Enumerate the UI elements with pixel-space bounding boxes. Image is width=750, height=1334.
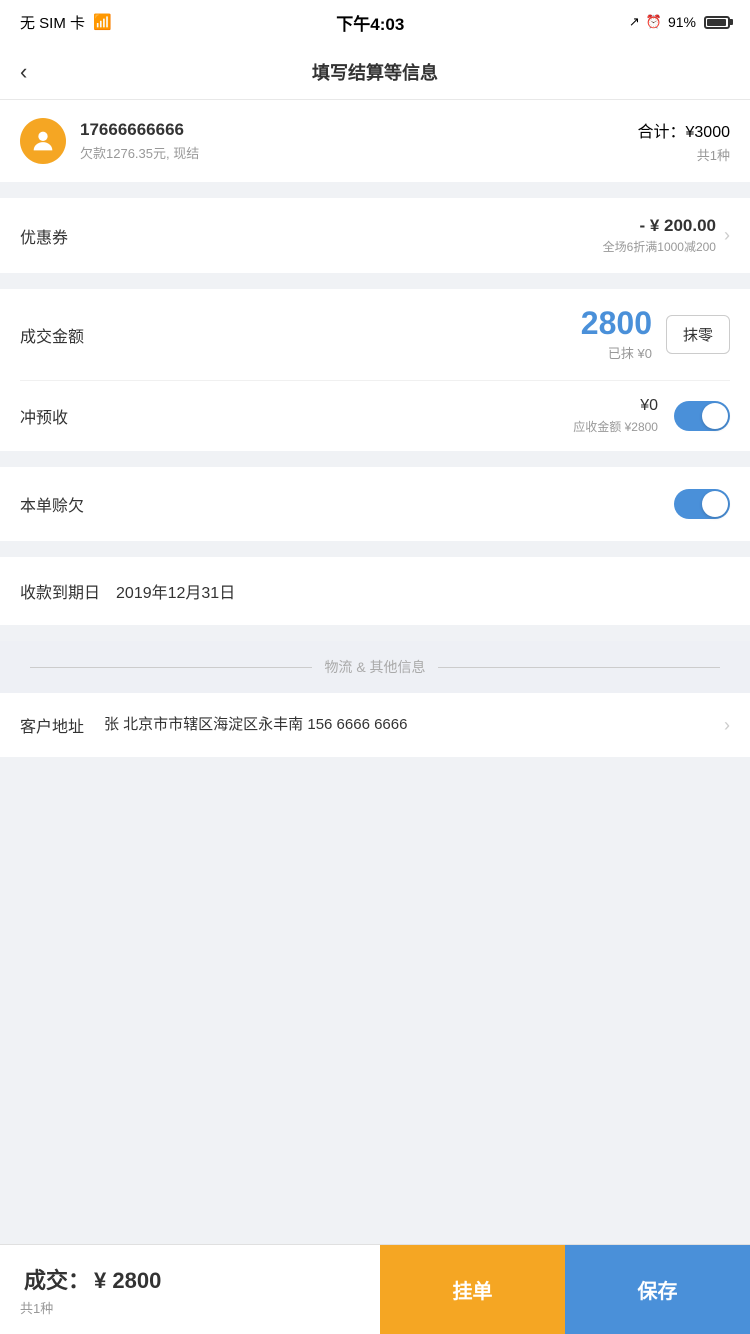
deal-prefix: 成交： <box>24 1268 90 1293</box>
bottom-bar: 成交：¥ 2800 共1种 挂单 保存 <box>0 1244 750 1334</box>
location-icon: ↗ <box>629 14 640 30</box>
address-chevron-icon: › <box>724 715 730 736</box>
battery-percent: 91% <box>668 14 696 30</box>
wifi-icon: 📶 <box>93 13 112 31</box>
divider-text: 物流 & 其他信息 <box>324 657 425 677</box>
bottom-deal-amount: ¥ 2800 <box>94 1268 161 1293</box>
coupon-desc: 全场6折满1000减200 <box>603 238 716 255</box>
battery-icon <box>704 16 730 29</box>
divider-line-left <box>30 667 312 668</box>
total-text: 合计： <box>637 124 685 141</box>
due-date-row: 收款到期日 2019年12月31日 <box>0 557 750 625</box>
deal-value-wrap: 2800 已抹 ¥0 <box>581 307 652 362</box>
save-button[interactable]: 保存 <box>565 1245 750 1334</box>
address-row[interactable]: 客户地址 张 北京市市辖区海淀区永丰南 156 6666 6666 › <box>0 693 750 757</box>
alarm-icon: ⏰ <box>646 14 662 30</box>
deal-amount: 2800 <box>581 307 652 339</box>
total-amount: ¥3000 <box>686 124 731 141</box>
bottom-count: 共1种 <box>20 1298 360 1317</box>
customer-info: 17666666666 欠款1276.35元, 现结 <box>80 120 199 162</box>
customer-debt: 欠款1276.35元, 现结 <box>80 143 199 162</box>
prepay-value: ¥0 <box>573 397 658 415</box>
coupon-value: - ¥ 200.00 <box>603 216 716 236</box>
status-left: 无 SIM 卡 📶 <box>20 12 112 33</box>
debt-label: 本单赊欠 <box>20 492 84 516</box>
content: 17666666666 欠款1276.35元, 现结 合计：¥3000 共1种 … <box>0 100 750 1065</box>
deal-label: 成交金额 <box>20 323 84 347</box>
status-bar: 无 SIM 卡 📶 下午4:03 ↗ ⏰ 91% <box>0 0 750 44</box>
due-date-label: 收款到期日 <box>20 579 100 603</box>
deal-right: 2800 已抹 ¥0 抹零 <box>581 307 730 362</box>
prepay-label: 冲预收 <box>20 404 68 428</box>
address-value: 张 北京市市辖区海淀区永丰南 156 6666 6666 <box>104 714 724 737</box>
prepay-toggle[interactable] <box>674 401 730 431</box>
chevron-right-icon: › <box>724 225 730 246</box>
prepay-row: 冲预收 ¥0 应收金额 ¥2800 <box>0 381 750 451</box>
address-label: 客户地址 <box>20 713 84 737</box>
coupon-row[interactable]: 优惠券 - ¥ 200.00 全场6折满1000减200 › <box>0 198 750 273</box>
logistics-divider: 物流 & 其他信息 <box>0 641 750 693</box>
customer-right: 合计：¥3000 共1种 <box>637 118 730 164</box>
prepay-receivable: 应收金额 ¥2800 <box>573 418 658 435</box>
status-time: 下午4:03 <box>336 10 404 35</box>
total-label: 合计：¥3000 <box>637 118 730 142</box>
deal-row: 成交金额 2800 已抹 ¥0 抹零 <box>0 289 750 380</box>
back-button[interactable]: ‹ <box>20 59 27 85</box>
toggle-knob <box>702 403 728 429</box>
debt-toggle[interactable] <box>674 489 730 519</box>
avatar <box>20 118 66 164</box>
prepay-right: ¥0 应收金额 ¥2800 <box>573 397 730 435</box>
nav-bar: ‹ 填写结算等信息 <box>0 44 750 100</box>
status-right: ↗ ⏰ 91% <box>629 14 730 30</box>
customer-left: 17666666666 欠款1276.35元, 现结 <box>20 118 199 164</box>
round-button[interactable]: 抹零 <box>666 315 730 354</box>
page-title: 填写结算等信息 <box>312 59 438 85</box>
customer-phone: 17666666666 <box>80 120 199 140</box>
debt-row: 本单赊欠 <box>0 467 750 541</box>
coupon-section: 优惠券 - ¥ 200.00 全场6折满1000减200 › <box>0 198 750 273</box>
debt-toggle-knob <box>702 491 728 517</box>
item-count: 共1种 <box>637 145 730 164</box>
divider-line-right <box>438 667 720 668</box>
carrier-label: 无 SIM 卡 <box>20 12 85 33</box>
customer-card: 17666666666 欠款1276.35元, 现结 合计：¥3000 共1种 <box>0 100 750 182</box>
bottom-summary: 成交：¥ 2800 共1种 <box>0 1245 380 1334</box>
hang-button[interactable]: 挂单 <box>380 1245 565 1334</box>
bottom-deal-label: 成交：¥ 2800 <box>20 1263 360 1295</box>
content-spacer <box>0 765 750 965</box>
due-date-value: 2019年12月31日 <box>116 579 235 603</box>
prepay-value-wrap: ¥0 应收金额 ¥2800 <box>573 397 658 435</box>
deal-erased: 已抹 ¥0 <box>581 343 652 362</box>
coupon-label: 优惠券 <box>20 224 68 248</box>
coupon-right: - ¥ 200.00 全场6折满1000减200 › <box>603 216 730 255</box>
deal-section: 成交金额 2800 已抹 ¥0 抹零 冲预收 ¥0 应收金额 ¥2800 <box>0 289 750 451</box>
